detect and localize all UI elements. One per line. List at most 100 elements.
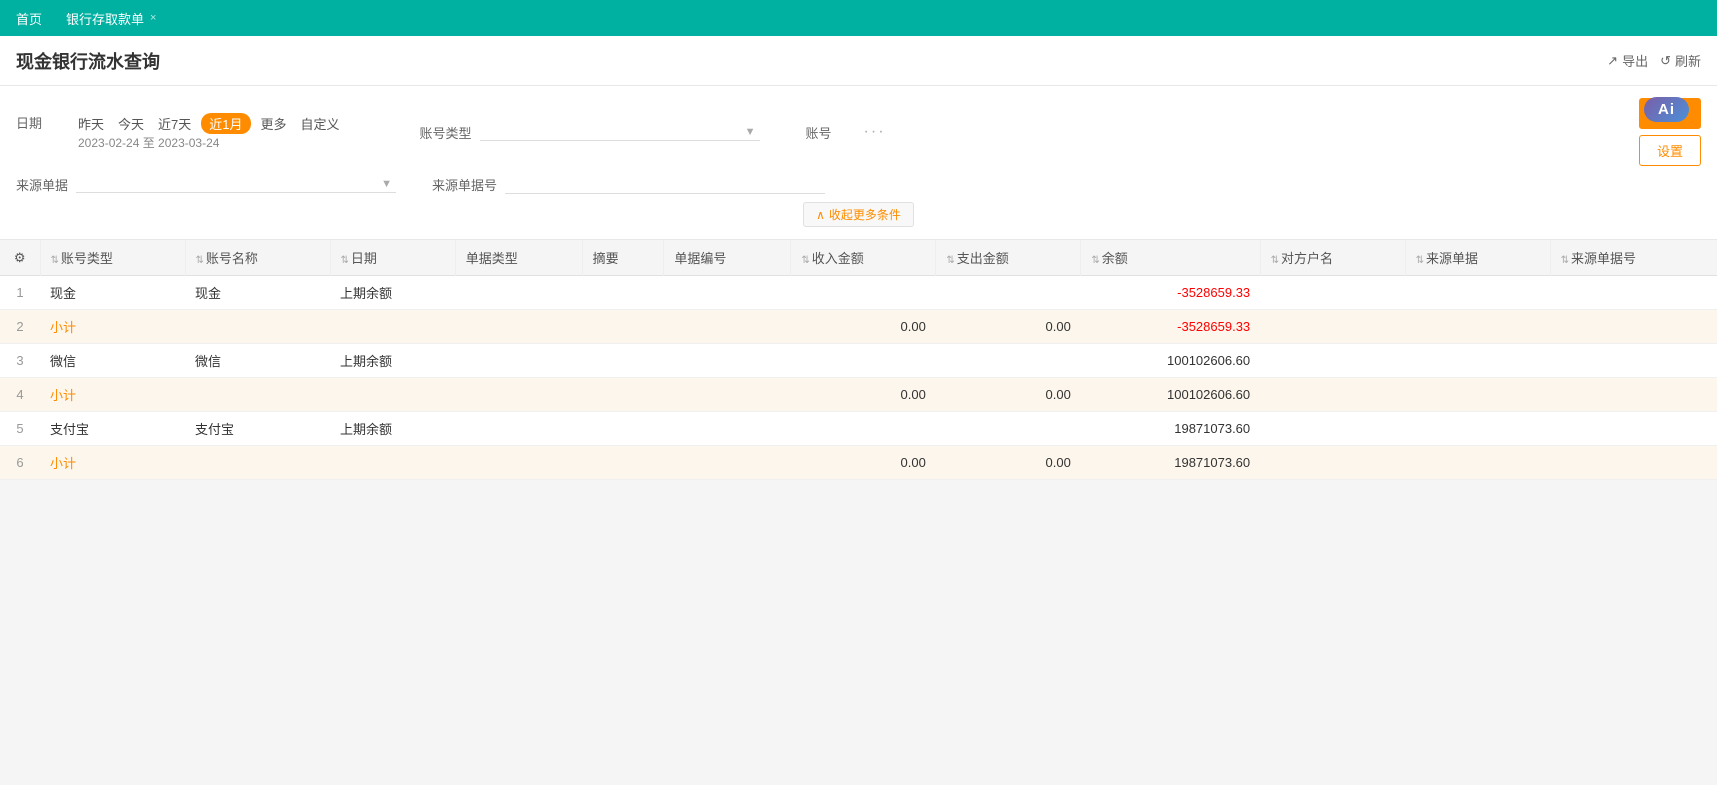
table-row: 5支付宝支付宝上期余额19871073.60	[0, 412, 1717, 446]
cell-expense: 0.00	[936, 378, 1081, 412]
cell-expense: 0.00	[936, 310, 1081, 344]
cell-summary	[582, 412, 664, 446]
sort-icon-source_doc: ⇅	[1416, 255, 1424, 266]
cell-source-doc	[1405, 310, 1550, 344]
table-row: 3微信微信上期余额100102606.60	[0, 344, 1717, 378]
date-option-自定义[interactable]: 自定义	[297, 113, 344, 134]
cell-doc-type	[455, 378, 582, 412]
header-actions: ↗ 导出 ↺ 刷新	[1607, 51, 1701, 70]
cell-income: 0.00	[791, 310, 936, 344]
col-header-counterpart[interactable]: ⇅对方户名	[1260, 240, 1405, 276]
cell-counterpart	[1260, 378, 1405, 412]
source-doc-num-label: 来源单据号	[432, 175, 497, 194]
top-nav: 首页 收款单×付款单×其他收入单×应收应付调整单×银行存取款单×预收冲应收单×收…	[0, 0, 1717, 36]
account-type-label: 账号类型	[420, 123, 472, 142]
table-header: ⚙ ⇅账号类型⇅账号名称⇅日期单据类型摘要单据编号⇅收入金额⇅支出金额⇅余额⇅对方…	[0, 240, 1717, 276]
cell-account-type: 小计	[40, 446, 185, 480]
cell-summary	[582, 310, 664, 344]
collapse-row: ∧ 收起更多条件	[16, 202, 1701, 227]
row-settings: 4	[0, 378, 40, 412]
cell-source-doc	[1405, 378, 1550, 412]
col-header-account_type[interactable]: ⇅账号类型	[40, 240, 185, 276]
cell-account-name: 微信	[185, 344, 330, 378]
nav-tab-银行存取款单[interactable]: 银行存取款单×	[54, 0, 194, 36]
settings-col-icon[interactable]: ⚙	[14, 250, 26, 265]
collapse-icon: ∧	[816, 208, 825, 222]
source-doc-select[interactable]: ▼	[76, 176, 396, 193]
col-header-doc_type: 单据类型	[455, 240, 582, 276]
cell-doc-type	[455, 276, 582, 310]
col-header-income[interactable]: ⇅收入金额	[791, 240, 936, 276]
account-ellipsis-button[interactable]: ···	[864, 123, 886, 141]
export-button[interactable]: ↗ 导出	[1607, 51, 1648, 70]
cell-summary	[582, 378, 664, 412]
data-table: ⚙ ⇅账号类型⇅账号名称⇅日期单据类型摘要单据编号⇅收入金额⇅支出金额⇅余额⇅对方…	[0, 240, 1717, 480]
cell-summary	[582, 446, 664, 480]
cell-source-doc	[1405, 276, 1550, 310]
col-header-date[interactable]: ⇅日期	[330, 240, 455, 276]
cell-counterpart	[1260, 412, 1405, 446]
table-row: 2小计0.000.00-3528659.33	[0, 310, 1717, 344]
row-settings: 6	[0, 446, 40, 480]
filter-row-2: 来源单据 ▼ 来源单据号	[16, 174, 1701, 194]
cell-doc-type	[455, 310, 582, 344]
col-header-balance[interactable]: ⇅余额	[1081, 240, 1260, 276]
col-header-summary: 摘要	[582, 240, 664, 276]
table-row: 4小计0.000.00100102606.60	[0, 378, 1717, 412]
date-option-今天[interactable]: 今天	[114, 113, 148, 134]
cell-source-doc-no	[1550, 276, 1717, 310]
sort-icon-balance: ⇅	[1091, 255, 1099, 266]
col-header-source_doc[interactable]: ⇅来源单据	[1405, 240, 1550, 276]
table-row: 6小计0.000.0019871073.60	[0, 446, 1717, 480]
cell-doc-type	[455, 446, 582, 480]
col-header-expense[interactable]: ⇅支出金额	[936, 240, 1081, 276]
cell-counterpart	[1260, 276, 1405, 310]
source-doc-num-input[interactable]	[505, 174, 825, 194]
cell-balance: -3528659.33	[1081, 276, 1260, 310]
sort-icon-source_doc_no: ⇅	[1561, 255, 1569, 266]
sort-icon-expense: ⇅	[946, 255, 954, 266]
cell-expense: 0.00	[936, 446, 1081, 480]
date-option-昨天[interactable]: 昨天	[74, 113, 108, 134]
sort-icon-account_type: ⇅	[51, 255, 59, 266]
cell-account-type: 现金	[40, 276, 185, 310]
cell-source-doc-no	[1550, 344, 1717, 378]
sort-icon-account_name: ⇅	[196, 255, 204, 266]
cell-date: 上期余额	[330, 412, 455, 446]
col-header-doc_no: 单据编号	[664, 240, 791, 276]
cell-source-doc-no	[1550, 378, 1717, 412]
refresh-button[interactable]: ↺ 刷新	[1660, 51, 1701, 70]
page-title: 现金银行流水查询	[16, 48, 160, 74]
cell-summary	[582, 276, 664, 310]
cell-income	[791, 276, 936, 310]
tab-close-icon[interactable]: ×	[150, 12, 156, 24]
col-header-source_doc_no[interactable]: ⇅来源单据号	[1550, 240, 1717, 276]
nav-home[interactable]: 首页	[4, 0, 54, 36]
settings-button[interactable]: 设置	[1639, 135, 1701, 166]
cell-expense	[936, 344, 1081, 378]
col-header-settings: ⚙	[0, 240, 40, 276]
cell-counterpart	[1260, 446, 1405, 480]
cell-account-name: 现金	[185, 276, 330, 310]
cell-source-doc	[1405, 446, 1550, 480]
account-type-select[interactable]: ▼	[480, 124, 760, 141]
source-doc-arrow-icon: ▼	[381, 178, 392, 190]
row-settings: 5	[0, 412, 40, 446]
cell-source-doc	[1405, 412, 1550, 446]
cell-date	[330, 310, 455, 344]
date-option-近1月[interactable]: 近1月	[201, 113, 250, 134]
date-options: 昨天今天近7天近1月更多自定义	[74, 113, 344, 134]
collapse-button[interactable]: ∧ 收起更多条件	[803, 202, 914, 227]
cell-account-name	[185, 378, 330, 412]
cell-date	[330, 378, 455, 412]
table-body: 1现金现金上期余额-3528659.332小计0.000.00-3528659.…	[0, 276, 1717, 480]
cell-doc-type	[455, 344, 582, 378]
cell-account-name	[185, 310, 330, 344]
date-option-近7天[interactable]: 近7天	[154, 113, 195, 134]
ai-badge[interactable]: Ai	[1644, 97, 1689, 122]
col-header-account_name[interactable]: ⇅账号名称	[185, 240, 330, 276]
page-header: 现金银行流水查询 ↗ 导出 ↺ 刷新	[0, 36, 1717, 86]
cell-income	[791, 412, 936, 446]
refresh-label: 刷新	[1675, 51, 1701, 70]
date-option-更多[interactable]: 更多	[257, 113, 291, 134]
